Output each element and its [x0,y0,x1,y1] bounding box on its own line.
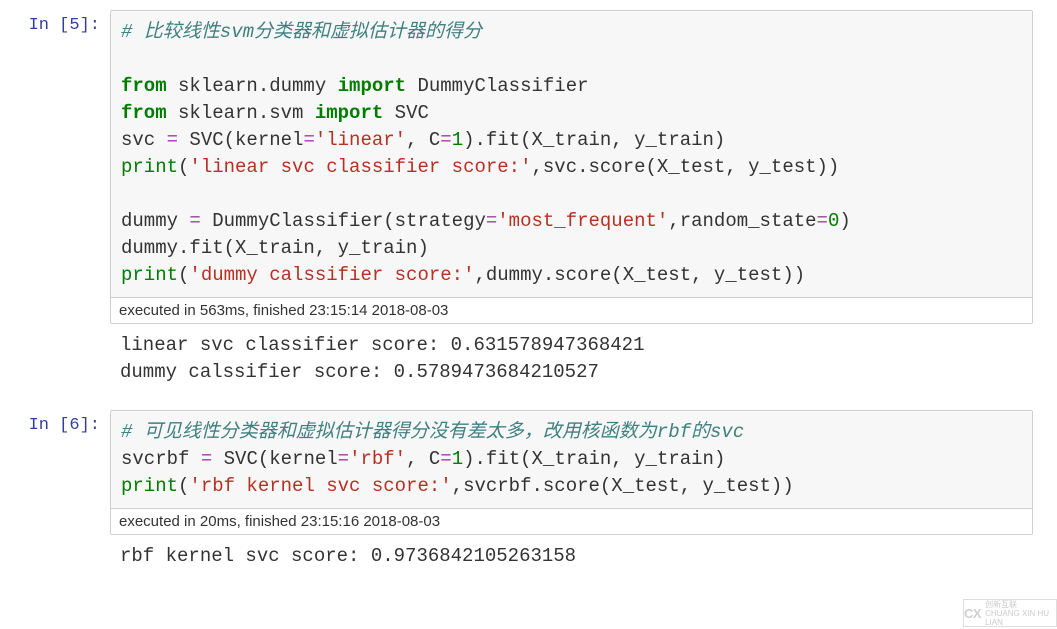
source-code[interactable]: # 比较线性svm分类器和虚拟估计器的得分 from sklearn.dummy… [111,11,1032,297]
code-cell: In [5]: # 比较线性svm分类器和虚拟估计器的得分 from sklea… [0,10,1057,386]
code-cell: In [6]: # 可见线性分类器和虚拟估计器得分没有差太多，改用核函数为rbf… [0,410,1057,570]
exec-status: executed in 20ms, finished 23:15:16 2018… [111,508,1032,534]
watermark-badge: CX 创新互联CHUANG XIN HU LIAN [963,599,1057,627]
prompt-label: In [6]: [0,410,110,570]
output-area: rbf kernel svc score: 0.9736842105263158 [110,535,1045,570]
watermark-text: 创新互联CHUANG XIN HU LIAN [985,600,1056,627]
watermark-logo: CX [964,606,981,621]
exec-status: executed in 563ms, finished 23:15:14 201… [111,297,1032,323]
output-text: rbf kernel svc score: 0.9736842105263158 [110,535,586,570]
output-area: linear svc classifier score: 0.631578947… [110,324,1045,386]
input-area[interactable]: # 可见线性分类器和虚拟估计器得分没有差太多，改用核函数为rbf的svc svc… [110,410,1033,535]
output-text: linear svc classifier score: 0.631578947… [110,324,655,386]
prompt-label: In [5]: [0,10,110,386]
source-code[interactable]: # 可见线性分类器和虚拟估计器得分没有差太多，改用核函数为rbf的svc svc… [111,411,1032,508]
input-area[interactable]: # 比较线性svm分类器和虚拟估计器的得分 from sklearn.dummy… [110,10,1033,324]
